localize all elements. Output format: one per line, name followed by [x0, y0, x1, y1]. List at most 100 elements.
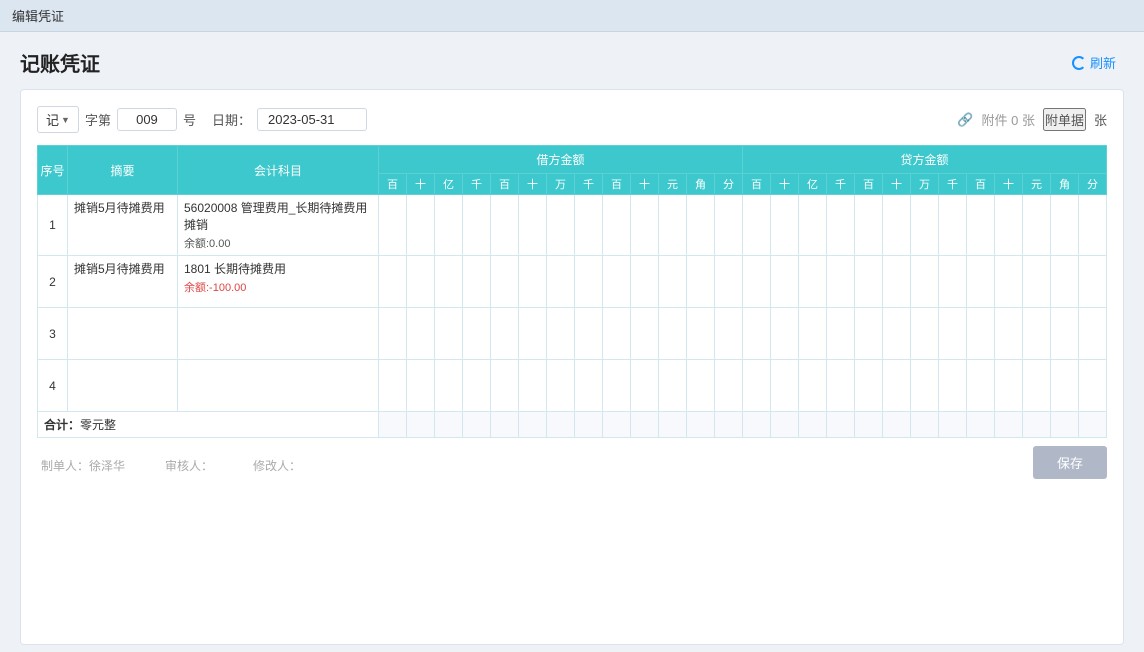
credit-cell-1-2[interactable] [798, 256, 826, 308]
type-select[interactable]: 记 ▼ [37, 106, 79, 133]
credit-cell-1-5[interactable] [882, 256, 910, 308]
credit-cell-3-9[interactable] [994, 360, 1022, 412]
debit-cell-1-11[interactable] [686, 256, 714, 308]
credit-cell-0-1[interactable] [770, 195, 798, 256]
credit-cell-0-10[interactable] [1022, 195, 1050, 256]
debit-cell-1-1[interactable] [406, 256, 434, 308]
debit-cell-2-12[interactable] [714, 308, 742, 360]
row-summary[interactable]: 摊销5月待摊费用 [67, 195, 177, 256]
debit-cell-2-6[interactable] [546, 308, 574, 360]
debit-cell-2-11[interactable] [686, 308, 714, 360]
credit-cell-3-5[interactable] [882, 360, 910, 412]
row-summary[interactable] [67, 308, 177, 360]
credit-cell-1-3[interactable] [826, 256, 854, 308]
credit-cell-2-2[interactable] [798, 308, 826, 360]
credit-cell-0-3[interactable] [826, 195, 854, 256]
credit-cell-3-6[interactable] [910, 360, 938, 412]
credit-cell-1-6[interactable] [910, 256, 938, 308]
credit-cell-1-1[interactable] [770, 256, 798, 308]
credit-cell-2-9[interactable] [994, 308, 1022, 360]
debit-cell-1-0[interactable] [378, 256, 406, 308]
debit-cell-1-12[interactable] [714, 256, 742, 308]
debit-cell-1-5[interactable] [518, 256, 546, 308]
credit-cell-3-8[interactable] [966, 360, 994, 412]
debit-cell-2-10[interactable] [658, 308, 686, 360]
debit-cell-0-3[interactable] [462, 195, 490, 256]
debit-cell-2-9[interactable] [630, 308, 658, 360]
credit-cell-2-7[interactable] [938, 308, 966, 360]
credit-cell-1-8[interactable] [966, 256, 994, 308]
credit-cell-2-8[interactable] [966, 308, 994, 360]
credit-cell-0-0[interactable] [742, 195, 770, 256]
debit-cell-2-0[interactable] [378, 308, 406, 360]
debit-cell-1-3[interactable] [462, 256, 490, 308]
credit-cell-0-11[interactable] [1050, 195, 1078, 256]
credit-cell-3-7[interactable] [938, 360, 966, 412]
credit-cell-2-0[interactable] [742, 308, 770, 360]
credit-cell-1-7[interactable] [938, 256, 966, 308]
row-summary[interactable]: 摊销5月待摊费用 [67, 256, 177, 308]
debit-cell-2-1[interactable] [406, 308, 434, 360]
credit-cell-1-10[interactable] [1022, 256, 1050, 308]
refresh-button[interactable]: 刷新 [1064, 49, 1124, 76]
credit-cell-0-7[interactable] [938, 195, 966, 256]
debit-cell-0-0[interactable] [378, 195, 406, 256]
credit-cell-3-1[interactable] [770, 360, 798, 412]
credit-cell-0-8[interactable] [966, 195, 994, 256]
date-input[interactable] [257, 108, 367, 131]
credit-cell-0-4[interactable] [854, 195, 882, 256]
credit-cell-2-6[interactable] [910, 308, 938, 360]
debit-cell-1-4[interactable] [490, 256, 518, 308]
credit-cell-3-0[interactable] [742, 360, 770, 412]
debit-cell-0-6[interactable] [546, 195, 574, 256]
debit-cell-3-2[interactable] [434, 360, 462, 412]
attach-receipt-button[interactable]: 附单据 [1043, 108, 1086, 131]
credit-cell-0-2[interactable] [798, 195, 826, 256]
credit-cell-2-5[interactable] [882, 308, 910, 360]
credit-cell-1-12[interactable] [1078, 256, 1106, 308]
debit-cell-0-1[interactable] [406, 195, 434, 256]
debit-cell-3-5[interactable] [518, 360, 546, 412]
debit-cell-0-11[interactable] [686, 195, 714, 256]
debit-cell-3-8[interactable] [602, 360, 630, 412]
debit-cell-0-8[interactable] [602, 195, 630, 256]
credit-cell-1-0[interactable] [742, 256, 770, 308]
credit-cell-0-6[interactable] [910, 195, 938, 256]
debit-cell-3-11[interactable] [686, 360, 714, 412]
row-account[interactable]: 1801 长期待摊费用余额:-100.00 [178, 256, 379, 308]
credit-cell-3-12[interactable] [1078, 360, 1106, 412]
debit-cell-3-10[interactable] [658, 360, 686, 412]
row-account[interactable]: 56020008 管理费用_长期待摊费用摊销余额:0.00 [178, 195, 379, 256]
debit-cell-2-7[interactable] [574, 308, 602, 360]
debit-cell-3-12[interactable] [714, 360, 742, 412]
save-button[interactable]: 保存 [1033, 446, 1107, 479]
credit-cell-0-12[interactable] [1078, 195, 1106, 256]
credit-cell-3-2[interactable] [798, 360, 826, 412]
credit-cell-3-11[interactable] [1050, 360, 1078, 412]
debit-cell-2-5[interactable] [518, 308, 546, 360]
debit-cell-3-4[interactable] [490, 360, 518, 412]
debit-cell-1-10[interactable] [658, 256, 686, 308]
debit-cell-3-3[interactable] [462, 360, 490, 412]
debit-cell-2-4[interactable] [490, 308, 518, 360]
debit-cell-2-8[interactable] [602, 308, 630, 360]
debit-cell-3-6[interactable] [546, 360, 574, 412]
credit-cell-0-5[interactable] [882, 195, 910, 256]
credit-cell-2-1[interactable] [770, 308, 798, 360]
debit-cell-1-8[interactable] [602, 256, 630, 308]
debit-cell-0-12[interactable] [714, 195, 742, 256]
row-summary[interactable] [67, 360, 177, 412]
debit-cell-0-2[interactable] [434, 195, 462, 256]
debit-cell-0-4[interactable] [490, 195, 518, 256]
row-account[interactable] [178, 360, 379, 412]
debit-cell-0-7[interactable] [574, 195, 602, 256]
credit-cell-2-11[interactable] [1050, 308, 1078, 360]
credit-cell-3-4[interactable] [854, 360, 882, 412]
debit-cell-2-2[interactable] [434, 308, 462, 360]
debit-cell-1-7[interactable] [574, 256, 602, 308]
credit-cell-1-4[interactable] [854, 256, 882, 308]
credit-cell-2-10[interactable] [1022, 308, 1050, 360]
credit-cell-3-3[interactable] [826, 360, 854, 412]
credit-cell-0-9[interactable] [994, 195, 1022, 256]
debit-cell-1-2[interactable] [434, 256, 462, 308]
